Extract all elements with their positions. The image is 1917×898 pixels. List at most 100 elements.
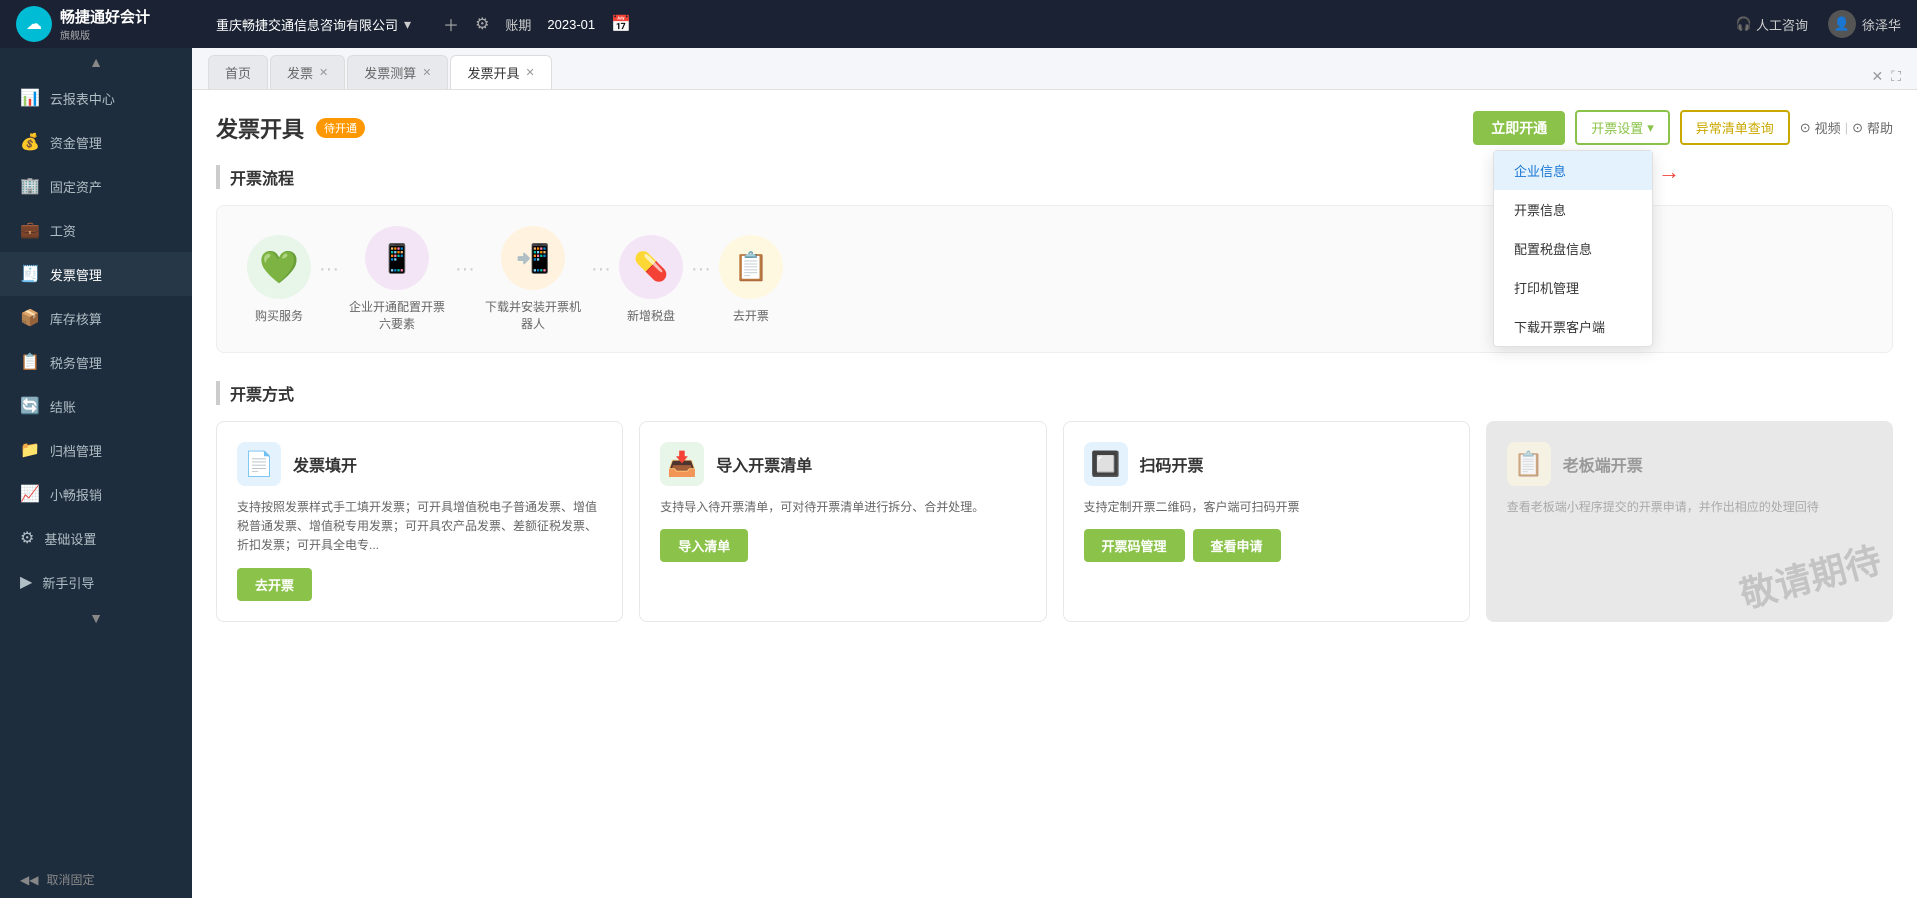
- activate-btn[interactable]: 立即开通: [1473, 111, 1565, 145]
- sidebar-item-guide[interactable]: ▶ 新手引导: [0, 560, 192, 604]
- logo-area: ☁ 畅捷通好会计 旗舰版: [16, 6, 196, 42]
- method-scan-header: 🔲 扫码开票: [1084, 442, 1449, 486]
- method-boss-desc: 查看老板端小程序提交的开票申请，并作出相应的处理回待: [1507, 498, 1872, 517]
- red-arrow-icon: →: [1658, 159, 1680, 185]
- tab-invoice[interactable]: 发票 ✕: [270, 55, 345, 89]
- help-icon[interactable]: ⊙: [1852, 120, 1863, 136]
- method-scan-icon: 🔲: [1084, 442, 1128, 486]
- user-info[interactable]: 👤 徐泽华: [1828, 10, 1901, 38]
- guide-icon: ▶: [20, 572, 32, 592]
- settings-dropdown-icon: ▾: [1647, 120, 1654, 136]
- tab-bar: 首页 发票 ✕ 发票测算 ✕ 发票开具 ✕ ✕ ⛶: [192, 48, 1917, 90]
- sidebar-item-inventory[interactable]: 📦 库存核算: [0, 296, 192, 340]
- method-card-fill: 📄 发票填开 支持按照发票样式手工填开发票；可开具增值税电子普通发票、增值税普通…: [216, 421, 623, 622]
- sidebar-item-settings[interactable]: ⚙ 基础设置: [0, 516, 192, 560]
- video-label[interactable]: 视频: [1815, 118, 1841, 137]
- methods-section: 开票方式 📄 发票填开 支持按照发票样式手工填开发票；可开具增值税电子普通发票、…: [216, 381, 1893, 622]
- play-icon[interactable]: ⊙: [1800, 120, 1811, 136]
- settings-dropdown-menu: 企业信息 → 开票信息 配置税盘信息 打印机管理 下载开票客户端: [1493, 150, 1653, 347]
- top-bar-actions: ＋ ⚙ 账期 2023-01 📅: [443, 12, 631, 36]
- tab-home[interactable]: 首页: [208, 55, 268, 89]
- header-actions: 立即开通 开票设置 ▾ 异常清单查询 ⊙ 视频 | ⊙ 帮助: [1473, 110, 1893, 145]
- settings-btn-label: 开票设置: [1591, 118, 1643, 137]
- process-step-tax-disk: 💊 新增税盘: [619, 235, 683, 324]
- content-area: 首页 发票 ✕ 发票测算 ✕ 发票开具 ✕ ✕ ⛶: [192, 48, 1917, 898]
- sidebar-item-settlement[interactable]: 🔄 结账: [0, 384, 192, 428]
- sidebar-item-report-sales[interactable]: 📈 小畅报销: [0, 472, 192, 516]
- methods-section-title: 开票方式: [216, 381, 1893, 405]
- tab-invoice-calc[interactable]: 发票测算 ✕: [347, 55, 448, 89]
- company-selector[interactable]: 重庆畅捷交通信息咨询有限公司 ▾: [208, 11, 419, 38]
- add-icon[interactable]: ＋: [443, 12, 459, 36]
- sidebar-scroll-up[interactable]: ▲: [0, 48, 192, 76]
- page-header: 发票开具 待开通 立即开通 开票设置 ▾ 异常清单查询 ⊙ 视频 | ⊙: [216, 110, 1893, 145]
- import-list-btn[interactable]: 导入清单: [660, 529, 748, 562]
- sidebar-item-invoice[interactable]: 🧾 发票管理: [0, 252, 192, 296]
- fund-icon: 💰: [20, 132, 40, 152]
- settings-btn[interactable]: 开票设置 ▾: [1575, 110, 1670, 145]
- coming-soon-overlay: 敬请期待: [1734, 531, 1887, 619]
- sidebar-item-fixed-assets[interactable]: 🏢 固定资产: [0, 164, 192, 208]
- tab-invoice-close[interactable]: ✕: [319, 66, 328, 79]
- logo-sub: 旗舰版: [60, 27, 150, 42]
- tab-invoice-calc-close[interactable]: ✕: [422, 66, 431, 79]
- sidebar-label-settlement: 结账: [50, 397, 76, 416]
- method-fill-desc: 支持按照发票样式手工填开发票；可开具增值税电子普通发票、增值税普通发票、增值税专…: [237, 498, 602, 556]
- settings-nav-icon: ⚙: [20, 528, 34, 548]
- tab-maximize-icon[interactable]: ⛶: [1891, 68, 1901, 85]
- user-name: 徐泽华: [1862, 15, 1901, 34]
- tab-invoice-tool-label: 发票开具: [467, 63, 519, 82]
- inventory-icon: 📦: [20, 308, 40, 328]
- tab-invoice-label: 发票: [287, 63, 313, 82]
- qr-manage-btn[interactable]: 开票码管理: [1084, 529, 1185, 562]
- dropdown-item-company-info[interactable]: 企业信息: [1494, 151, 1652, 190]
- sidebar-item-fund[interactable]: 💰 资金管理: [0, 120, 192, 164]
- process-icon-config: 📱: [365, 226, 429, 290]
- sidebar-label-report-sales: 小畅报销: [50, 485, 102, 504]
- sidebar-label-fund: 资金管理: [50, 133, 102, 152]
- sidebar-item-cloud-report[interactable]: 📊 云报表中心: [0, 76, 192, 120]
- process-step-download: 📲 下载并安装开票机器人: [483, 226, 583, 332]
- method-import-desc: 支持导入待开票清单，可对待开票清单进行拆分、合并处理。: [660, 498, 1025, 517]
- logo-text: 畅捷通好会计: [60, 6, 150, 27]
- dropdown-item-tax-disk[interactable]: 配置税盘信息: [1494, 229, 1652, 268]
- method-import-header: 📥 导入开票清单: [660, 442, 1025, 486]
- period-label: 账期: [505, 15, 531, 34]
- fill-invoice-btn[interactable]: 去开票: [237, 568, 312, 601]
- scan-btns: 开票码管理 查看申请: [1084, 529, 1449, 562]
- method-fill-icon: 📄: [237, 442, 281, 486]
- process-icon-download: 📲: [501, 226, 565, 290]
- process-label-config: 企业开通配置开票六要素: [347, 298, 447, 332]
- method-fill-header: 📄 发票填开: [237, 442, 602, 486]
- calendar-icon[interactable]: 📅: [611, 14, 631, 34]
- sidebar-scroll-down[interactable]: ▼: [0, 604, 192, 632]
- method-scan-desc: 支持定制开票二维码，客户端可扫码开票: [1084, 498, 1449, 517]
- method-card-import: 📥 导入开票清单 支持导入待开票清单，可对待开票清单进行拆分、合并处理。 导入清…: [639, 421, 1046, 622]
- archive-icon: 📁: [20, 440, 40, 460]
- sidebar-item-tax[interactable]: 📋 税务管理: [0, 340, 192, 384]
- method-boss-name: 老板端开票: [1563, 452, 1643, 476]
- method-card-scan: 🔲 扫码开票 支持定制开票二维码，客户端可扫码开票 开票码管理 查看申请: [1063, 421, 1470, 622]
- method-scan-name: 扫码开票: [1140, 452, 1204, 476]
- sidebar-item-salary[interactable]: 💼 工资: [0, 208, 192, 252]
- method-boss-icon: 📋: [1507, 442, 1551, 486]
- tax-icon: 📋: [20, 352, 40, 372]
- tab-invoice-tool[interactable]: 发票开具 ✕: [450, 55, 551, 89]
- tab-close-all-icon[interactable]: ✕: [1871, 68, 1883, 85]
- settings-icon[interactable]: ⚙: [475, 14, 489, 34]
- dropdown-item-printer[interactable]: 打印机管理: [1494, 268, 1652, 307]
- dropdown-item-download-client[interactable]: 下载开票客户端: [1494, 307, 1652, 346]
- method-boss-header: 📋 老板端开票: [1507, 442, 1872, 486]
- process-icon-go-invoice: 📋: [719, 235, 783, 299]
- view-apply-btn[interactable]: 查看申请: [1193, 529, 1281, 562]
- consultation-btn[interactable]: 🎧 人工咨询: [1736, 15, 1808, 34]
- tab-invoice-tool-close[interactable]: ✕: [526, 66, 535, 79]
- sidebar-label-archive: 归档管理: [50, 441, 102, 460]
- process-step-buy: 💚 购买服务: [247, 235, 311, 324]
- exception-btn[interactable]: 异常清单查询: [1680, 110, 1790, 145]
- report-sales-icon: 📈: [20, 484, 40, 504]
- dropdown-item-invoice-info[interactable]: 开票信息: [1494, 190, 1652, 229]
- help-label[interactable]: 帮助: [1867, 118, 1893, 137]
- sidebar-item-archive[interactable]: 📁 归档管理: [0, 428, 192, 472]
- sidebar-pin-btn[interactable]: ◀◀ 取消固定: [0, 861, 192, 898]
